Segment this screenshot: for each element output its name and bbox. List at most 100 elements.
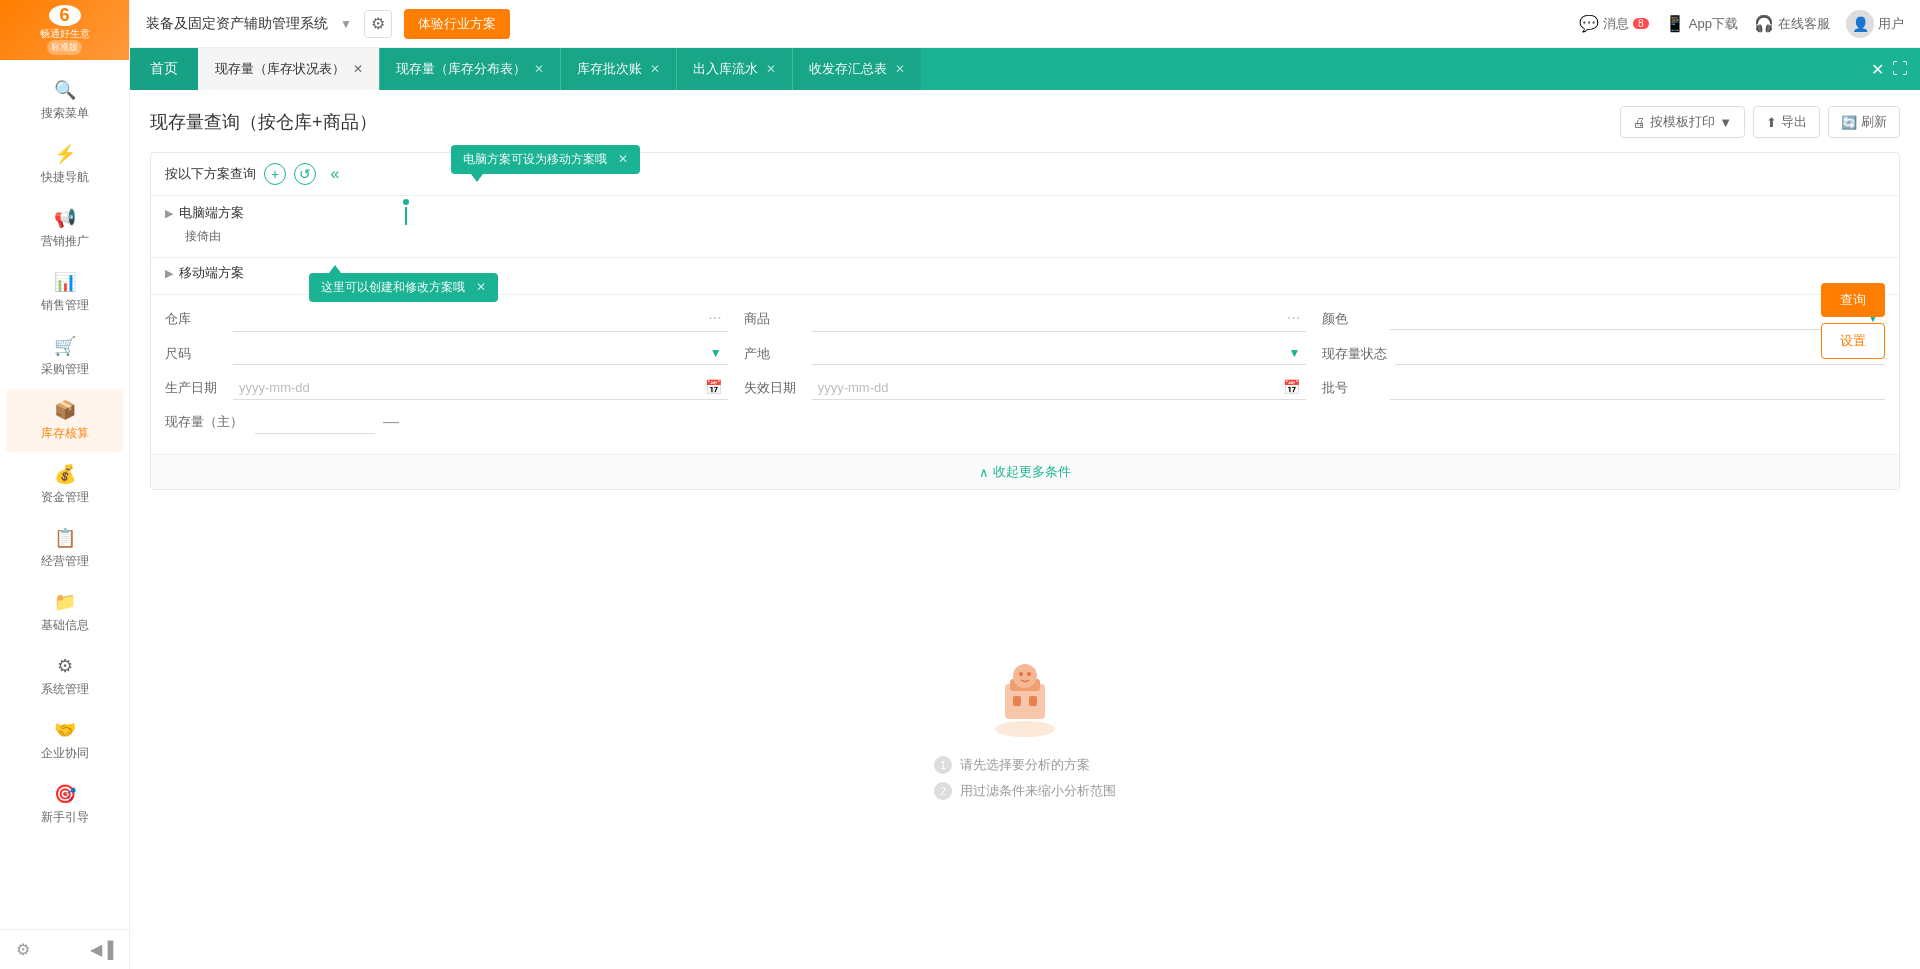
sidebar-item-label: 经营管理 [41, 553, 89, 570]
tab-summary[interactable]: 收发存汇总表 ✕ [792, 48, 921, 90]
expire-date-field: 失效日期 yyyy-mm-dd 📅 [744, 375, 1307, 400]
amount-min-input[interactable] [255, 410, 375, 434]
tip-num-1: 1 [934, 756, 952, 774]
color-select[interactable]: ▼ [1390, 307, 1885, 330]
tab-close-icon[interactable]: ✕ [650, 62, 660, 76]
sidebar-item-sales[interactable]: 📊 销售管理 [6, 261, 123, 324]
batch-input[interactable] [1390, 376, 1885, 400]
sidebar-item-collab[interactable]: 🤝 企业协同 [6, 709, 123, 772]
svg-rect-7 [1029, 696, 1037, 706]
sidebar-item-label: 快捷导航 [41, 169, 89, 186]
sidebar-item-operation[interactable]: 📋 经营管理 [6, 517, 123, 580]
produce-date-input[interactable]: yyyy-mm-dd 📅 [233, 375, 728, 400]
tab-label: 现存量（库存状况表） [215, 60, 345, 78]
tab-inventory-distribution[interactable]: 现存量（库存分布表） ✕ [379, 48, 560, 90]
dots-icon: ··· [1287, 309, 1300, 327]
logo-icon: 6 [49, 5, 81, 26]
notification-button[interactable]: 💬 消息 8 [1579, 14, 1649, 33]
tab-label: 收发存汇总表 [809, 60, 887, 78]
sidebar-item-label: 营销推广 [41, 233, 89, 250]
filter-refresh-button[interactable]: ↺ [294, 163, 316, 185]
user-label: 用户 [1878, 15, 1904, 33]
search-button[interactable]: 查询 [1821, 283, 1885, 317]
tip-text-2: 用过滤条件来缩小分析范围 [960, 782, 1116, 800]
refresh-button[interactable]: 🔄 刷新 [1828, 106, 1900, 138]
sidebar-item-inventory[interactable]: 📦 库存核算 [6, 389, 123, 452]
sidebar-item-nav[interactable]: ⚡ 快捷导航 [6, 133, 123, 196]
tab-close-all-icon[interactable]: ✕ [1871, 60, 1884, 79]
calendar-icon[interactable]: 📅 [1283, 379, 1300, 395]
settings-icon[interactable]: ⚙ [16, 940, 30, 959]
chart-icon: 📊 [54, 271, 76, 293]
print-icon: 🖨 [1633, 115, 1646, 130]
produce-date-label: 生产日期 [165, 379, 225, 397]
produce-date-field: 生产日期 yyyy-mm-dd 📅 [165, 375, 728, 400]
origin-select[interactable]: ▼ [812, 342, 1307, 365]
stock-status-select[interactable]: ▼ [1395, 342, 1885, 365]
app-download-button[interactable]: 📱 App下载 [1665, 14, 1738, 33]
sidebar-item-label: 库存核算 [41, 425, 89, 442]
tab-close-icon[interactable]: ✕ [534, 62, 544, 76]
tab-home[interactable]: 首页 [130, 48, 198, 90]
tab-label: 库存批次账 [577, 60, 642, 78]
tooltip-close-icon[interactable]: ✕ [618, 152, 628, 166]
sidebar-item-system[interactable]: ⚙ 系统管理 [6, 645, 123, 708]
phone-icon: 📱 [1665, 14, 1685, 33]
warehouse-select[interactable]: ··· [233, 305, 728, 332]
tab-close-icon[interactable]: ✕ [895, 62, 905, 76]
goods-select[interactable]: ··· [812, 305, 1307, 332]
color-field: 颜色 ▼ [1322, 305, 1885, 332]
gear-button[interactable]: ⚙ [364, 10, 392, 38]
calendar-icon[interactable]: 📅 [705, 379, 722, 395]
cart-icon: 🛒 [54, 335, 76, 357]
headset-icon: 🎧 [1754, 14, 1774, 33]
tab-home-label: 首页 [150, 60, 178, 78]
tooltip2-close-icon[interactable]: ✕ [476, 280, 486, 294]
filter-row-amount: 现存量（主） — [165, 410, 1885, 444]
tab-close-icon[interactable]: ✕ [766, 62, 776, 76]
industry-button[interactable]: 体验行业方案 [404, 9, 510, 39]
empty-tip-1: 1 请先选择要分析的方案 [934, 756, 1116, 774]
filter-add-button[interactable]: + [264, 163, 286, 185]
size-label: 尺码 [165, 345, 225, 363]
clipboard-icon: 📋 [54, 527, 76, 549]
tab-batch-account[interactable]: 库存批次账 ✕ [560, 48, 676, 90]
collapse-bar[interactable]: ∧ 收起更多条件 [151, 454, 1899, 489]
user-profile-button[interactable]: 👤 用户 [1846, 10, 1904, 38]
tab-close-icon[interactable]: ✕ [353, 62, 363, 76]
tooltip-text: 这里可以创建和修改方案哦 [321, 280, 465, 294]
scheme-group-desktop: ▶ 电脑端方案 接倚由 [165, 200, 1885, 247]
filter-back-button[interactable]: « [324, 163, 346, 185]
export-label: 导出 [1781, 113, 1807, 131]
tab-inventory-status[interactable]: 现存量（库存状况表） ✕ [198, 48, 379, 90]
sidebar-item-guide[interactable]: 🎯 新手引导 [6, 773, 123, 836]
expire-date-input[interactable]: yyyy-mm-dd 📅 [812, 375, 1307, 400]
sidebar-item-basic[interactable]: 📁 基础信息 [6, 581, 123, 644]
tab-flow[interactable]: 出入库流水 ✕ [676, 48, 792, 90]
scheme-item[interactable]: 接倚由 [185, 226, 1885, 247]
logo-badge: 标准版 [47, 40, 82, 55]
scheme-mobile-label: 移动端方案 [179, 264, 244, 282]
tab-expand-icon[interactable]: ⛶ [1892, 60, 1908, 78]
online-support-button[interactable]: 🎧 在线客服 [1754, 14, 1830, 33]
sidebar-item-finance[interactable]: 💰 资金管理 [6, 453, 123, 516]
svg-point-4 [1019, 672, 1023, 676]
reset-button[interactable]: 设置 [1821, 323, 1885, 359]
tab-end-actions: ✕ ⛶ [1859, 48, 1920, 90]
filter-row-1: 仓库 ··· 商品 ··· [165, 305, 1885, 332]
export-button[interactable]: ⬆ 导出 [1753, 106, 1820, 138]
size-select[interactable]: ▼ [233, 342, 728, 365]
sidebar-item-marketing[interactable]: 📢 营销推广 [6, 197, 123, 260]
top-header-right: 💬 消息 8 📱 App下载 🎧 在线客服 👤 用户 [1579, 10, 1904, 38]
gear-icon: ⚙ [371, 14, 385, 33]
target-icon: 🎯 [54, 783, 76, 805]
print-button[interactable]: 🖨 按模板打印 ▼ [1620, 106, 1745, 138]
notification-badge: 8 [1633, 18, 1649, 29]
collapse-icon[interactable]: ◀▐ [90, 940, 113, 959]
sidebar-item-purchase[interactable]: 🛒 采购管理 [6, 325, 123, 388]
scheme-desktop-header[interactable]: ▶ 电脑端方案 [165, 200, 1885, 226]
lightning-icon: ⚡ [54, 143, 76, 165]
box-icon: 📦 [54, 399, 76, 421]
dropdown-arrow-icon[interactable]: ▼ [340, 17, 352, 31]
sidebar-item-search[interactable]: 🔍 搜索菜单 [6, 69, 123, 132]
